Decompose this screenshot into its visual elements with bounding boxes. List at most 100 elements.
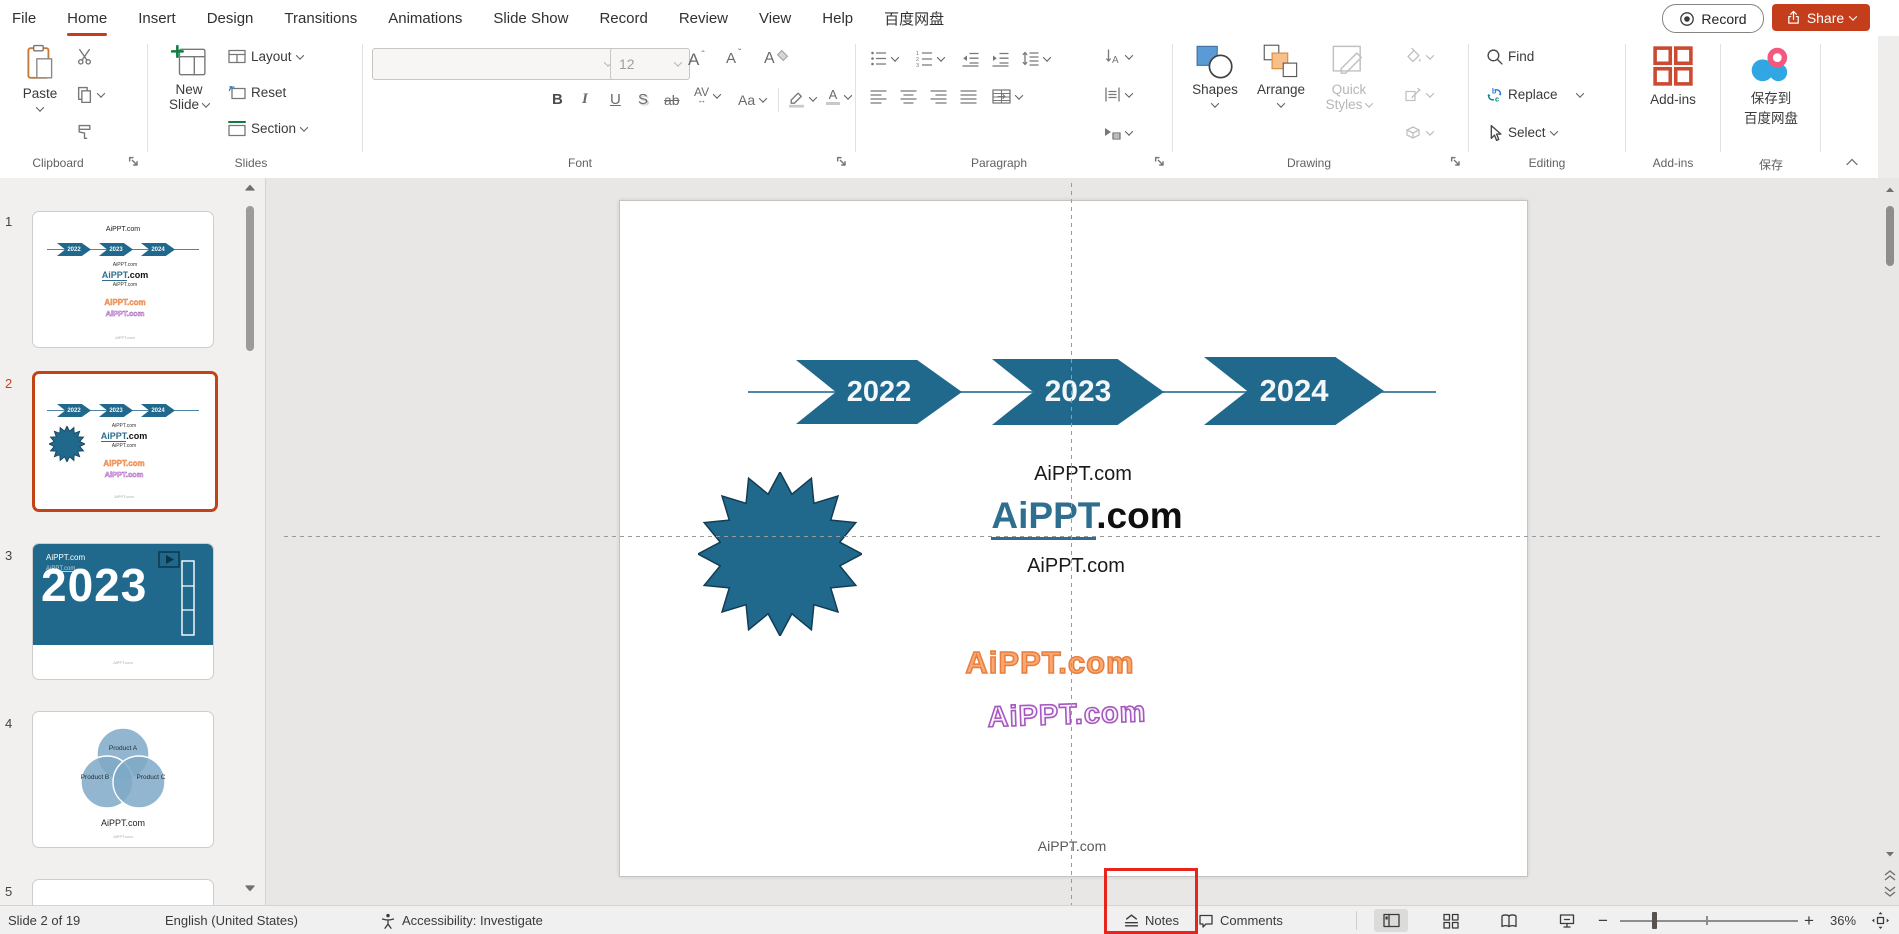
cut-button[interactable] [76, 48, 93, 65]
convert-smartart-button[interactable] [1104, 124, 1134, 141]
layout-button[interactable]: Layout [228, 48, 304, 65]
next-slide-button[interactable] [1884, 886, 1896, 897]
canvas-scrollbar-thumb[interactable] [1886, 206, 1894, 266]
slide-thumbnail-5[interactable] [32, 879, 214, 905]
arrange-button[interactable]: Arrange [1250, 44, 1312, 108]
slide-text-purple[interactable]: AiPPT.com [917, 694, 1218, 737]
menu-slideshow[interactable]: Slide Show [493, 10, 568, 27]
change-case-button[interactable]: Aa [738, 92, 768, 108]
vertical-guide[interactable] [1071, 183, 1072, 905]
font-dialog-launcher[interactable] [836, 156, 848, 168]
paragraph-dialog-launcher[interactable] [1154, 156, 1166, 168]
font-size-combobox[interactable]: 12 [610, 48, 690, 80]
shape-fill-button[interactable] [1404, 48, 1435, 65]
copy-button[interactable] [76, 86, 106, 103]
replace-button[interactable]: bc Replace [1486, 86, 1584, 103]
line-spacing-button[interactable] [1022, 50, 1052, 67]
grow-font-button[interactable]: Aˆ [688, 50, 705, 70]
canvas-scroll-down-icon[interactable] [1885, 850, 1895, 858]
menu-view[interactable]: View [759, 10, 791, 27]
quick-styles-button[interactable]: Quick Styles [1318, 44, 1380, 112]
record-button[interactable]: Record [1662, 4, 1764, 33]
italic-button[interactable]: I [582, 92, 588, 107]
comments-button[interactable]: Comments [1198, 906, 1283, 934]
paste-button[interactable]: Paste [14, 44, 66, 112]
text-shadow-button[interactable]: S [638, 92, 648, 107]
character-spacing-button[interactable]: AV ↔ [694, 86, 722, 104]
columns-button[interactable] [992, 88, 1024, 105]
view-reading-button[interactable] [1492, 909, 1526, 932]
underline-button[interactable]: U [610, 92, 621, 107]
menu-home[interactable]: Home [67, 10, 108, 36]
font-name-combobox[interactable] [372, 48, 620, 80]
panel-scrollbar[interactable] [242, 180, 258, 903]
shape-outline-button[interactable] [1404, 86, 1435, 103]
panel-scroll-up-icon[interactable] [245, 184, 255, 192]
shapes-button[interactable]: Shapes [1186, 44, 1244, 108]
clear-formatting-button[interactable]: A [764, 49, 788, 68]
panel-scroll-down-icon[interactable] [245, 884, 255, 892]
share-button[interactable]: Share [1772, 4, 1870, 31]
accessibility-status[interactable]: Accessibility: Investigate [380, 906, 543, 934]
horizontal-guide[interactable] [284, 536, 1884, 537]
slide-editing-surface[interactable]: 2022 2023 2024 AiPPT.com AiPPT.com AiPPT… [619, 200, 1528, 877]
clipboard-dialog-launcher[interactable] [128, 156, 140, 168]
view-slide-sorter-button[interactable] [1434, 909, 1468, 932]
justify-button[interactable] [960, 88, 977, 105]
menu-animations[interactable]: Animations [388, 10, 462, 27]
section-button[interactable]: Section [228, 120, 309, 137]
slide-thumbnail-2[interactable]: 2022 2023 2024 AiPPT.com AiPPT.com AiPPT… [32, 371, 218, 512]
select-button[interactable]: Select [1486, 124, 1558, 141]
align-text-button[interactable] [1104, 86, 1134, 103]
previous-slide-button[interactable] [1884, 870, 1896, 881]
slide-thumbnail-1[interactable]: AiPPT.com 2022 2023 2024 AiPPT.com AiPPT… [32, 211, 214, 348]
strikethrough-button[interactable]: ab [664, 92, 680, 108]
view-slideshow-button[interactable] [1550, 909, 1584, 932]
increase-indent-button[interactable] [992, 50, 1009, 67]
bullets-button[interactable] [870, 50, 900, 67]
menu-help[interactable]: Help [822, 10, 853, 27]
collapse-ribbon-button[interactable] [1845, 156, 1859, 168]
slide-text-small-mid[interactable]: AiPPT.com [976, 555, 1176, 578]
menu-transitions[interactable]: Transitions [284, 10, 357, 27]
zoom-level[interactable]: 36% [1830, 906, 1856, 934]
menu-baidu-pan[interactable]: 百度网盘 [884, 8, 944, 29]
align-right-button[interactable] [930, 88, 947, 105]
menu-insert[interactable]: Insert [138, 10, 176, 27]
align-left-button[interactable] [870, 88, 887, 105]
slide-thumbnail-4[interactable]: Product A Product B Product C AiPPT.com … [32, 711, 214, 848]
find-button[interactable]: Find [1486, 48, 1534, 65]
menu-design[interactable]: Design [207, 10, 254, 27]
decrease-indent-button[interactable] [962, 50, 979, 67]
slide-text-small-top[interactable]: AiPPT.com [983, 463, 1183, 486]
menu-record[interactable]: Record [599, 10, 647, 27]
align-center-button[interactable] [900, 88, 917, 105]
zoom-in-button[interactable]: + [1804, 906, 1814, 934]
save-to-baidu-button[interactable]: 保存到 百度网盘 [1728, 46, 1814, 127]
canvas-scroll-up-icon[interactable] [1885, 186, 1895, 194]
language-indicator[interactable]: English (United States) [165, 906, 298, 934]
new-slide-button[interactable]: New Slide [158, 44, 220, 112]
panel-scrollbar-thumb[interactable] [246, 206, 254, 351]
zoom-slider-thumb[interactable] [1652, 912, 1657, 929]
shape-effects-button[interactable] [1404, 124, 1435, 141]
menu-review[interactable]: Review [679, 10, 728, 27]
slide-text-big[interactable]: AiPPT.com [937, 495, 1237, 540]
text-highlight-button[interactable] [788, 90, 818, 108]
view-normal-button[interactable] [1374, 909, 1408, 932]
slide-text-footer[interactable]: AiPPT.com [972, 838, 1172, 854]
starburst-shape[interactable] [698, 472, 862, 636]
numbering-button[interactable]: 123 [916, 50, 946, 67]
zoom-out-button[interactable]: − [1598, 906, 1608, 934]
slide-text-orange[interactable]: AiPPT.com [900, 644, 1200, 681]
drawing-dialog-launcher[interactable] [1450, 156, 1462, 168]
shrink-font-button[interactable]: Aˇ [726, 48, 741, 67]
font-color-button[interactable]: A [826, 88, 853, 105]
text-direction-button[interactable]: A [1104, 48, 1134, 65]
addins-button[interactable]: Add-ins [1638, 46, 1708, 107]
slide-indicator[interactable]: Slide 2 of 19 [8, 906, 80, 934]
menu-file[interactable]: File [12, 10, 36, 27]
reset-button[interactable]: Reset [228, 84, 286, 101]
fit-to-window-button[interactable] [1872, 906, 1889, 934]
zoom-slider-track[interactable] [1620, 920, 1798, 922]
